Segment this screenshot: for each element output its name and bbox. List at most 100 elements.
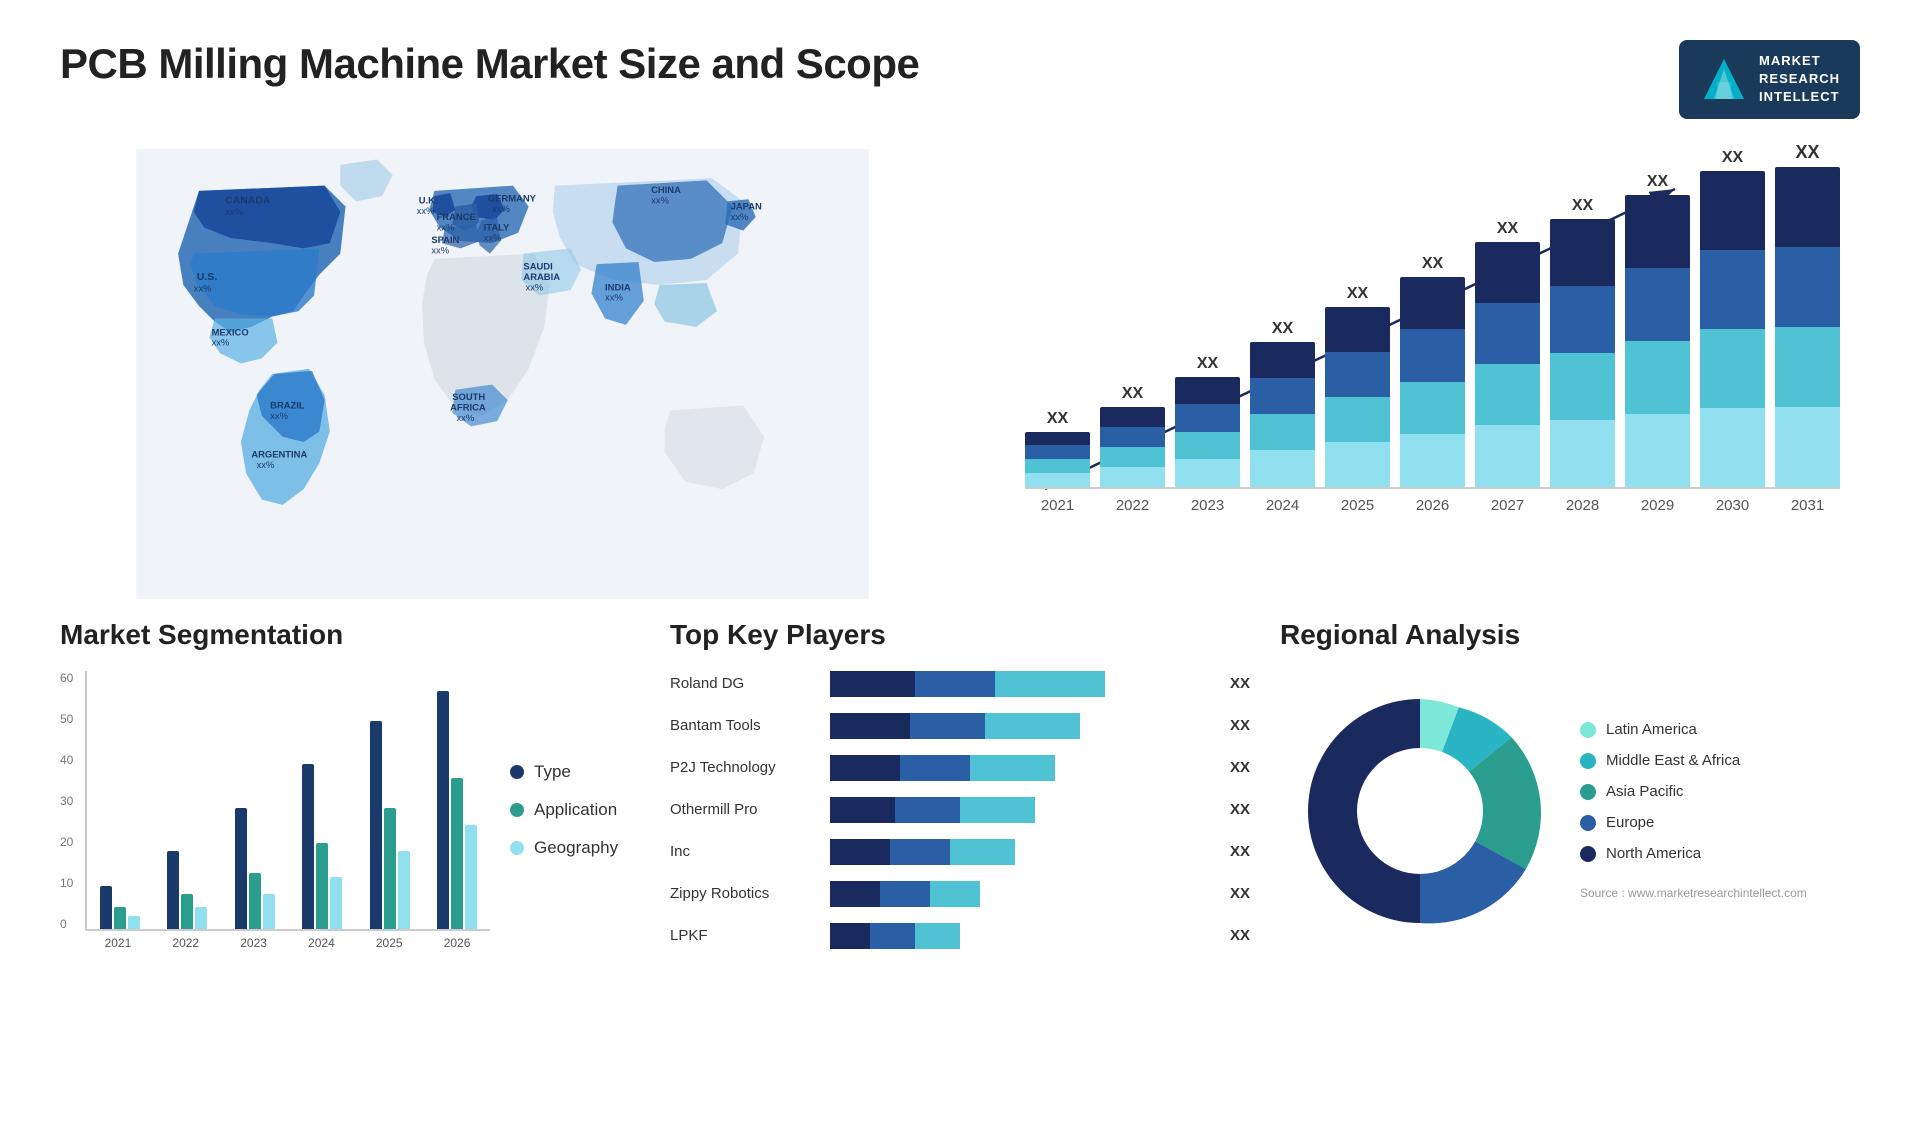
seg-bars <box>85 671 490 931</box>
svg-text:FRANCE: FRANCE <box>437 211 476 222</box>
bar-stack-2030 <box>1700 171 1765 487</box>
player-bar-inc <box>830 839 1214 865</box>
donut-chart <box>1280 671 1560 951</box>
bar-stack-2026 <box>1400 277 1465 487</box>
bar-stack-2022 <box>1100 407 1165 487</box>
bottom-row: Market Segmentation 60 50 40 30 20 10 0 <box>60 619 1860 965</box>
bar-group-2031: XX <box>1775 142 1840 487</box>
legend-geography: Geography <box>510 838 640 858</box>
page-title: PCB Milling Machine Market Size and Scop… <box>60 40 919 88</box>
logo-text: MARKET RESEARCH INTELLECT <box>1759 52 1840 107</box>
y-axis: 60 50 40 30 20 10 0 <box>60 671 73 931</box>
player-bar-p2j <box>830 755 1214 781</box>
player-row-lpkf: LPKF XX <box>670 923 1250 949</box>
svg-text:xx%: xx% <box>270 410 288 421</box>
regional-title: Regional Analysis <box>1280 619 1860 651</box>
seg-bar-2022 <box>160 671 216 929</box>
growth-chart-section: XX XX <box>975 149 1860 599</box>
svg-text:xx%: xx% <box>605 291 623 302</box>
bar-stack-2024 <box>1250 342 1315 487</box>
svg-text:xx%: xx% <box>437 221 455 232</box>
regional-section: Regional Analysis <box>1280 619 1860 965</box>
bar-group-2028: XX <box>1550 197 1615 487</box>
legend-mea: Middle East & Africa <box>1580 752 1807 769</box>
seg-legend: Type Application Geography <box>510 671 640 950</box>
logo-icon <box>1699 54 1749 104</box>
legend-europe-label: Europe <box>1606 814 1654 831</box>
player-name-lpkf: LPKF <box>670 927 820 944</box>
svg-text:xx%: xx% <box>492 202 510 213</box>
year-labels-row: 2021 2022 2023 2024 2025 2026 2027 2028 … <box>1025 497 1840 514</box>
player-xx-lpkf: XX <box>1230 927 1250 944</box>
source-text: Source : www.marketresearchintellect.com <box>1580 886 1807 900</box>
bar-group-2029: XX <box>1625 173 1690 487</box>
bar-group-2027: XX <box>1475 220 1540 487</box>
bar-group-2021: XX <box>1025 410 1090 487</box>
bar-stack-2031 <box>1775 167 1840 487</box>
player-name-p2j: P2J Technology <box>670 759 820 776</box>
legend-north-america: North America <box>1580 845 1807 862</box>
svg-text:xx%: xx% <box>526 281 544 292</box>
logo: MARKET RESEARCH INTELLECT <box>1679 40 1860 119</box>
legend-europe: Europe <box>1580 814 1807 831</box>
segmentation-title: Market Segmentation <box>60 619 640 651</box>
bar-stack-2025 <box>1325 307 1390 487</box>
bar-stack-2028 <box>1550 219 1615 487</box>
svg-text:AFRICA: AFRICA <box>450 401 486 412</box>
players-section: Top Key Players Roland DG XX Bantam Tool… <box>670 619 1250 965</box>
svg-text:SAUDI: SAUDI <box>523 260 552 271</box>
svg-text:CHINA: CHINA <box>651 184 681 195</box>
seg-bar-2023 <box>227 671 283 929</box>
legend-latin: Latin America <box>1580 721 1807 738</box>
player-bar-zippy <box>830 881 1214 907</box>
svg-text:SPAIN: SPAIN <box>431 234 459 245</box>
svg-text:SOUTH: SOUTH <box>452 391 485 402</box>
player-row-bantam: Bantam Tools XX <box>670 713 1250 739</box>
svg-text:JAPAN: JAPAN <box>731 200 762 211</box>
seg-bar-2024 <box>295 671 351 929</box>
player-xx-roland: XX <box>1230 675 1250 692</box>
header: PCB Milling Machine Market Size and Scop… <box>60 40 1860 119</box>
svg-text:xx%: xx% <box>731 211 749 222</box>
bar-group-2026: XX <box>1400 255 1465 487</box>
legend-application: Application <box>510 800 640 820</box>
player-bar-bantam <box>830 713 1214 739</box>
svg-text:xx%: xx% <box>212 336 230 347</box>
seg-bar-2025 <box>362 671 418 929</box>
svg-text:BRAZIL: BRAZIL <box>270 399 305 410</box>
segmentation-section: Market Segmentation 60 50 40 30 20 10 0 <box>60 619 640 965</box>
svg-text:xx%: xx% <box>417 204 435 215</box>
bar-group-2023: XX <box>1175 355 1240 487</box>
seg-bar-2021 <box>92 671 148 929</box>
players-list: Roland DG XX Bantam Tools <box>670 671 1250 949</box>
bar-group-2022: XX <box>1100 385 1165 487</box>
legend-geography-dot <box>510 841 524 855</box>
player-name-inc: Inc <box>670 843 820 860</box>
bar-stack-2023 <box>1175 377 1240 487</box>
growth-bars: XX XX <box>1025 169 1840 489</box>
legend-latin-label: Latin America <box>1606 721 1697 738</box>
svg-text:GERMANY: GERMANY <box>488 192 537 203</box>
bar-stack-2021 <box>1025 432 1090 487</box>
growth-chart: XX XX <box>1025 169 1840 549</box>
svg-text:ARABIA: ARABIA <box>523 270 560 281</box>
player-xx-othermill: XX <box>1230 801 1250 818</box>
bar-stack-2027 <box>1475 242 1540 487</box>
svg-text:xx%: xx% <box>456 412 474 423</box>
donut-center <box>1357 748 1483 874</box>
svg-text:xx%: xx% <box>225 205 243 216</box>
svg-text:xx%: xx% <box>431 244 449 255</box>
svg-text:ARGENTINA: ARGENTINA <box>251 448 307 459</box>
svg-text:xx%: xx% <box>484 232 502 243</box>
svg-text:CANADA: CANADA <box>225 195 271 206</box>
player-xx-zippy: XX <box>1230 885 1250 902</box>
svg-text:INDIA: INDIA <box>605 281 631 292</box>
player-row-othermill: Othermill Pro XX <box>670 797 1250 823</box>
seg-chart-wrapper: 60 50 40 30 20 10 0 <box>60 671 490 950</box>
player-bar-lpkf <box>830 923 1214 949</box>
player-name-zippy: Zippy Robotics <box>670 885 820 902</box>
regional-legend: Latin America Middle East & Africa Asia … <box>1580 721 1807 900</box>
legend-geography-label: Geography <box>534 838 618 858</box>
player-row-zippy: Zippy Robotics XX <box>670 881 1250 907</box>
seg-bar-2026 <box>430 671 486 929</box>
